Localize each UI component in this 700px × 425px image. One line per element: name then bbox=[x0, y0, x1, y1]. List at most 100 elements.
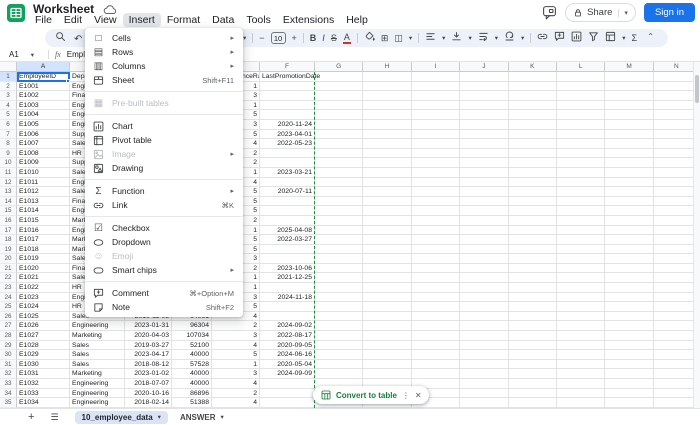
cell-A26[interactable]: E1025 bbox=[17, 311, 70, 322]
cell-F26[interactable] bbox=[260, 311, 315, 322]
cell-A6[interactable]: E1005 bbox=[17, 119, 70, 130]
cell-L19[interactable] bbox=[556, 244, 606, 255]
cell-A13[interactable]: E1012 bbox=[17, 187, 70, 197]
row-header-30[interactable]: 30 bbox=[0, 350, 17, 360]
cell-J31[interactable] bbox=[460, 359, 509, 370]
cell-G17[interactable] bbox=[315, 225, 364, 236]
cell-M11[interactable] bbox=[605, 167, 654, 178]
cell-M19[interactable] bbox=[605, 244, 654, 255]
cell-G25[interactable] bbox=[315, 302, 364, 312]
share-dropdown-caret-icon[interactable]: ▾ bbox=[618, 8, 628, 17]
cell-G3[interactable] bbox=[315, 91, 364, 101]
cell-D29[interactable]: 52100 bbox=[172, 340, 212, 351]
cell-M3[interactable] bbox=[605, 91, 654, 101]
cell-A21[interactable]: E1020 bbox=[17, 263, 70, 274]
cell-A25[interactable]: E1024 bbox=[17, 302, 70, 312]
cell-L9[interactable] bbox=[556, 148, 606, 159]
cell-L35[interactable] bbox=[556, 398, 606, 408]
cell-F10[interactable] bbox=[260, 158, 315, 168]
cell-J32[interactable] bbox=[460, 369, 509, 379]
cell-K1[interactable] bbox=[508, 72, 557, 82]
cell-I26[interactable] bbox=[411, 311, 461, 322]
cell-A4[interactable]: E1003 bbox=[17, 100, 70, 111]
cell-F11[interactable]: 2023-03-21 bbox=[260, 167, 315, 178]
valign-button[interactable] bbox=[451, 29, 462, 47]
cell-G26[interactable] bbox=[315, 311, 364, 322]
menubar-item-tools[interactable]: Tools bbox=[240, 13, 277, 27]
cell-A19[interactable]: E1018 bbox=[17, 244, 70, 255]
cell-K4[interactable] bbox=[508, 100, 557, 111]
cell-A3[interactable]: E1002 bbox=[17, 91, 70, 101]
cell-F28[interactable]: 2022-08-17 bbox=[260, 331, 315, 341]
cell-H3[interactable] bbox=[363, 91, 412, 101]
cell-H21[interactable] bbox=[363, 263, 412, 274]
cell-J18[interactable] bbox=[460, 235, 509, 245]
text-color-button[interactable]: A bbox=[342, 32, 351, 44]
dropdown-caret-icon[interactable]: ▾ bbox=[442, 34, 445, 42]
cell-J11[interactable] bbox=[460, 167, 509, 178]
dropdown-caret-icon[interactable]: ▾ bbox=[409, 34, 412, 42]
cell-J15[interactable] bbox=[460, 206, 509, 216]
cell-L1[interactable] bbox=[556, 72, 606, 82]
cell-L16[interactable] bbox=[556, 215, 606, 226]
cell-G9[interactable] bbox=[315, 148, 364, 159]
cell-I23[interactable] bbox=[411, 283, 461, 293]
cell-M4[interactable] bbox=[605, 100, 654, 111]
cell-I12[interactable] bbox=[411, 177, 461, 188]
borders-button[interactable]: ⊞ bbox=[381, 33, 389, 43]
row-header-20[interactable]: 20 bbox=[0, 254, 17, 264]
cell-L23[interactable] bbox=[556, 283, 606, 293]
cell-A16[interactable]: E1015 bbox=[17, 215, 70, 226]
cell-L32[interactable] bbox=[556, 369, 606, 379]
cell-H14[interactable] bbox=[363, 196, 412, 207]
grid-corner[interactable] bbox=[0, 62, 17, 72]
cell-K34[interactable] bbox=[508, 388, 557, 399]
italic-button[interactable]: I bbox=[322, 33, 325, 43]
cell-A9[interactable]: E1008 bbox=[17, 148, 70, 159]
fill-handle[interactable] bbox=[66, 79, 70, 83]
cell-J5[interactable] bbox=[460, 110, 509, 120]
cell-B32[interactable]: Marketing bbox=[70, 369, 125, 379]
row-header-17[interactable]: 17 bbox=[0, 225, 17, 236]
cell-H4[interactable] bbox=[363, 100, 412, 111]
cell-F7[interactable]: 2023-04-01 bbox=[260, 129, 315, 140]
cell-G2[interactable] bbox=[315, 81, 364, 92]
cell-D30[interactable]: 40000 bbox=[172, 350, 212, 360]
cell-L7[interactable] bbox=[556, 129, 606, 140]
cell-K26[interactable] bbox=[508, 311, 557, 322]
cell-L8[interactable] bbox=[556, 139, 606, 149]
cell-L28[interactable] bbox=[556, 331, 606, 341]
cell-A35[interactable]: E1034 bbox=[17, 398, 70, 408]
cell-I7[interactable] bbox=[411, 129, 461, 140]
cell-K17[interactable] bbox=[508, 225, 557, 236]
cell-K35[interactable] bbox=[508, 398, 557, 408]
cell-M10[interactable] bbox=[605, 158, 654, 168]
cell-H17[interactable] bbox=[363, 225, 412, 236]
cell-F32[interactable]: 2024-09-09 bbox=[260, 369, 315, 379]
cell-L31[interactable] bbox=[556, 359, 606, 370]
cell-F19[interactable] bbox=[260, 244, 315, 255]
row-header-25[interactable]: 25 bbox=[0, 302, 17, 312]
row-header-2[interactable]: 2 bbox=[0, 81, 17, 92]
cell-E29[interactable]: 4 bbox=[212, 340, 260, 351]
menu-item-chart[interactable]: Chart bbox=[85, 119, 243, 133]
dropdown-caret-icon[interactable]: ▾ bbox=[521, 34, 524, 42]
cell-L26[interactable] bbox=[556, 311, 606, 322]
cell-K10[interactable] bbox=[508, 158, 557, 168]
cell-A15[interactable]: E1014 bbox=[17, 206, 70, 216]
cell-K23[interactable] bbox=[508, 283, 557, 293]
menubar-item-extensions[interactable]: Extensions bbox=[277, 13, 340, 27]
cell-G8[interactable] bbox=[315, 139, 364, 149]
filter-button[interactable] bbox=[588, 29, 599, 47]
cell-K6[interactable] bbox=[508, 119, 557, 130]
cell-D31[interactable]: 57528 bbox=[172, 359, 212, 370]
cell-K8[interactable] bbox=[508, 139, 557, 149]
column-header-a[interactable]: A bbox=[17, 62, 70, 72]
menu-item-drawing[interactable]: Drawing bbox=[85, 161, 243, 175]
sheets-logo-icon[interactable] bbox=[7, 4, 25, 22]
cell-C35[interactable]: 2018-02-14 bbox=[125, 398, 172, 408]
cell-J13[interactable] bbox=[460, 187, 509, 197]
cell-I21[interactable] bbox=[411, 263, 461, 274]
menubar-item-file[interactable]: File bbox=[29, 13, 58, 27]
cell-K20[interactable] bbox=[508, 254, 557, 264]
